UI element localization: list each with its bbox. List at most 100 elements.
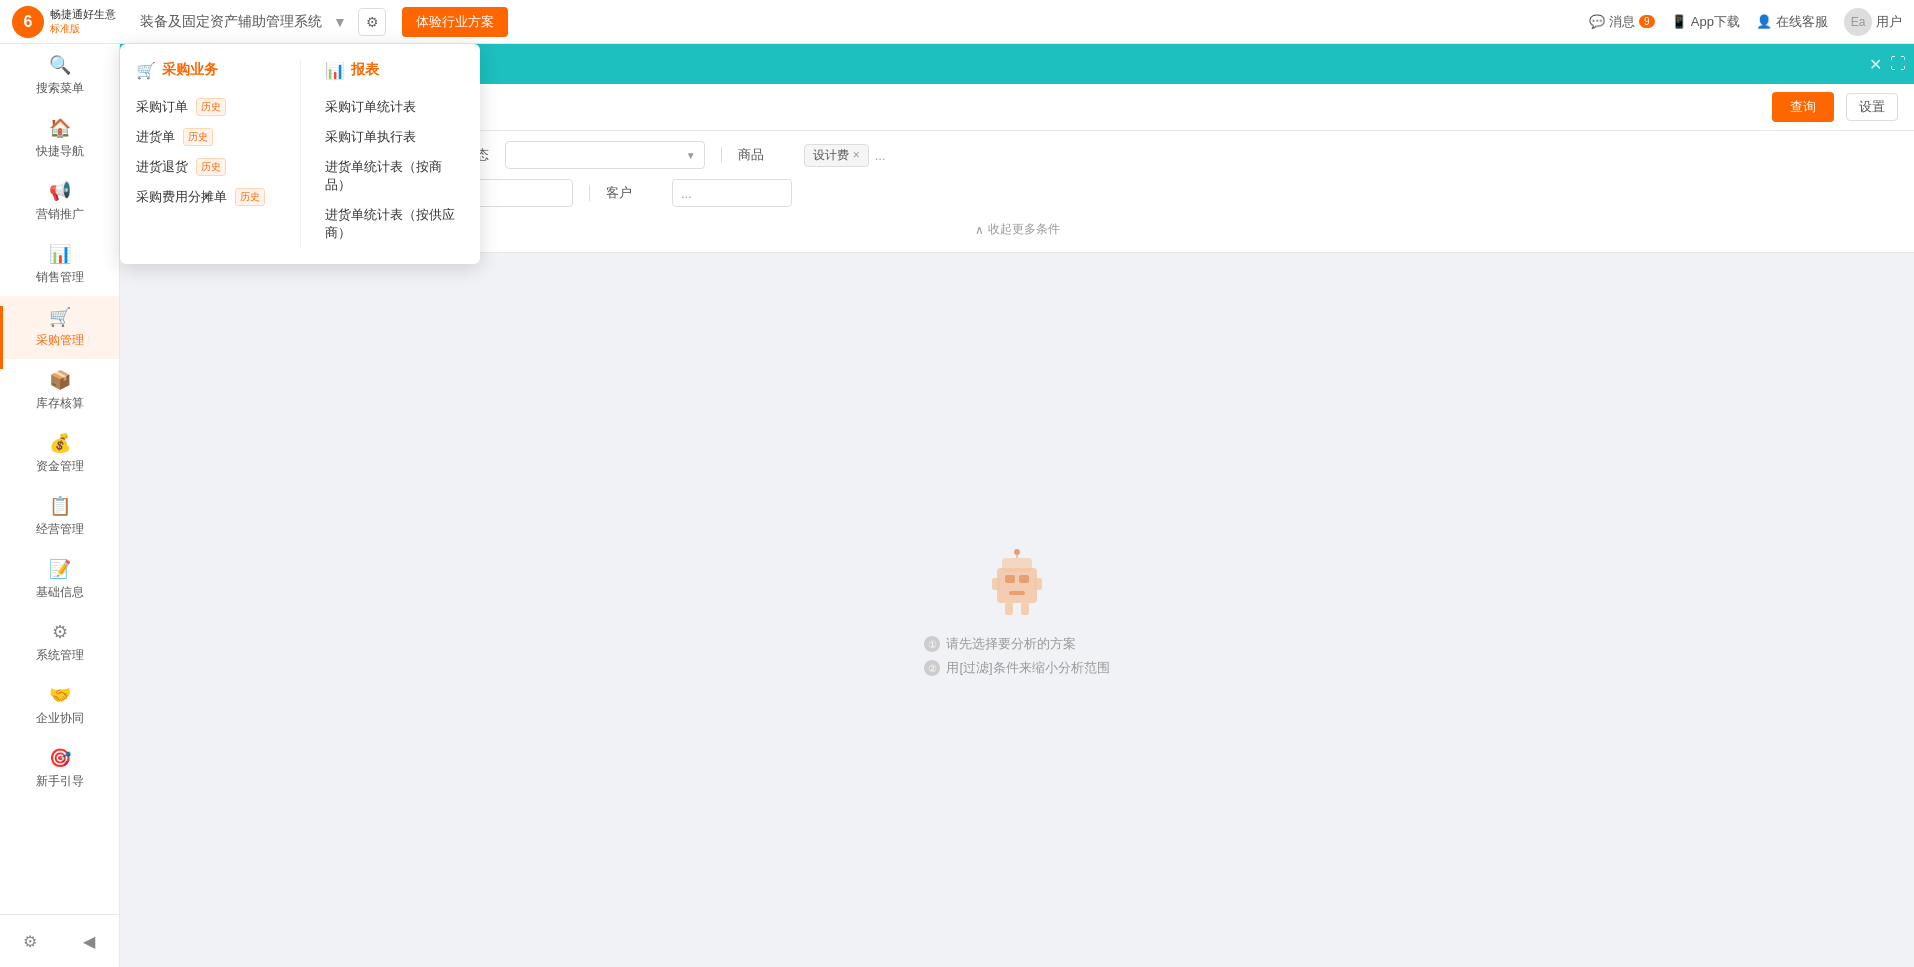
sidebar-label-funds: 资金管理 [36,458,84,475]
active-bar [0,306,3,369]
dropdown-return[interactable]: 进货退货 历史 [136,152,276,182]
dropdown-receipt-label: 进货单 [136,128,175,146]
sales-icon: 📊 [49,243,71,265]
sidebar-item-cooperation[interactable]: 🤝 企业协同 [0,674,119,737]
svg-rect-4 [992,578,1000,590]
report-col-title: 📊 报表 [325,60,465,80]
sidebar-label-sales: 销售管理 [36,269,84,286]
sidebar-item-funds[interactable]: 💰 资金管理 [0,422,119,485]
filter-divider-4 [589,185,590,201]
tab-close-btn[interactable]: ✕ [1869,55,1882,74]
cooperation-icon: 🤝 [49,684,71,706]
message-badge: 9 [1639,15,1655,28]
svg-rect-3 [1009,591,1025,595]
customer-select[interactable]: ... [672,179,792,207]
app-download-btn[interactable]: 📱 App下载 [1671,13,1740,31]
report-col: 📊 报表 采购订单统计表 采购订单执行表 进货单统计表（按商品） 进货单统计表（… [325,60,465,248]
header-right: 💬 消息 9 📱 App下载 👤 在线客服 Ea 用户 [1589,8,1902,36]
logo-text: 畅捷通好生意 [50,7,116,21]
empty-tips: ① 请先选择要分析的方案 ② 用[过滤]条件来缩小分析范围 [924,635,1109,677]
dropdown-po-exec[interactable]: 采购订单执行表 [325,122,465,152]
message-btn[interactable]: 💬 消息 9 [1589,13,1655,31]
svg-rect-6 [1005,603,1013,615]
sidebar-item-marketing[interactable]: 📢 营销推广 [0,170,119,233]
goods-more[interactable]: ... [875,148,886,163]
logo-area: 6 畅捷通好生意 标准版 [12,6,132,38]
sidebar-item-operations[interactable]: 📋 经营管理 [0,485,119,548]
sidebar-item-search[interactable]: 🔍 搜索菜单 [0,44,119,107]
funds-icon: 💰 [49,432,71,454]
dropdown-receipt-history: 历史 [183,128,213,146]
sidebar-label-basic: 基础信息 [36,584,84,601]
tip1-num: ① [924,636,940,652]
logo-sub: 标准版 [50,22,116,36]
system-dropdown-btn[interactable]: ▼ [330,12,350,32]
sidebar-bottom: ⚙ ◀ [0,914,119,967]
collapse-icon: ∧ [975,223,984,237]
online-service-btn[interactable]: 👤 在线客服 [1756,13,1828,31]
sidebar-label-search: 搜索菜单 [36,80,84,97]
dropdown-divider [300,60,301,248]
dropdown-receipt[interactable]: 进货单 历史 [136,122,276,152]
operations-icon: 📋 [49,495,71,517]
marketing-icon: 📢 [49,180,71,202]
guide-icon: 🎯 [49,747,71,769]
customer-more[interactable]: ... [681,186,692,201]
dropdown-po-label: 采购订单 [136,98,188,116]
logo-icon: 6 [12,6,44,38]
empty-illustration [977,543,1057,623]
trial-button[interactable]: 体验行业方案 [402,7,508,37]
sidebar-item-inventory[interactable]: 📦 库存核算 [0,359,119,422]
tip2-text: 用[过滤]条件来缩小分析范围 [946,659,1109,677]
service-label: 在线客服 [1776,13,1828,31]
tab-maximize-btn[interactable]: ⛶ [1890,55,1906,73]
sidebar-label-cooperation: 企业协同 [36,710,84,727]
sidebar-item-system[interactable]: ⚙ 系统管理 [0,611,119,674]
purchase-col-title-text: 采购业务 [162,61,218,79]
sidebar-item-purchase[interactable]: 🛒 采购管理 [0,296,119,359]
dropdown-goods-stat[interactable]: 进货单统计表（按商品） [325,152,465,200]
sidebar-collapse-btn[interactable]: ◀ [73,925,105,957]
empty-tip-1: ① 请先选择要分析的方案 [924,635,1109,653]
report-col-icon: 📊 [325,60,345,80]
tab-bar-right: ✕ ⛶ [1869,55,1914,74]
sidebar-settings-btn[interactable]: ⚙ [14,925,46,957]
top-header: 6 畅捷通好生意 标准版 装备及固定资产辅助管理系统 ▼ ⚙ 体验行业方案 💬 … [0,0,1914,44]
dropdown-expense-label: 采购费用分摊单 [136,188,227,206]
tip2-num: ② [924,660,940,676]
goods-tag-text: 设计费 [813,147,849,164]
inventory-icon: 📦 [49,369,71,391]
goods-tag-close[interactable]: × [853,148,860,162]
search-icon: 🔍 [49,54,71,76]
dropdown-supplier-stat-label: 进货单统计表（按供应商） [325,206,465,242]
dropdown-po-exec-label: 采购订单执行表 [325,128,416,146]
dropdown-goods-stat-label: 进货单统计表（按商品） [325,158,465,194]
dropdown-po-stat[interactable]: 采购订单统计表 [325,92,465,122]
dropdown-supplier-stat[interactable]: 进货单统计表（按供应商） [325,200,465,248]
query-button[interactable]: 查询 [1772,92,1834,122]
service-icon: 👤 [1756,14,1772,29]
sidebar-label-marketing: 营销推广 [36,206,84,223]
settings-gear-icon[interactable]: ⚙ [358,8,386,36]
goods-label: 商品 [738,146,788,164]
empty-tip-2: ② 用[过滤]条件来缩小分析范围 [924,659,1109,677]
user-btn[interactable]: Ea 用户 [1844,8,1902,36]
sidebar-item-guide[interactable]: 🎯 新手引导 [0,737,119,800]
sidebar-label-operations: 经营管理 [36,521,84,538]
doc-status-select[interactable]: ▼ [505,141,705,169]
sidebar-label-purchase: 采购管理 [36,332,84,349]
sidebar-label-nav: 快捷导航 [36,143,84,160]
app-icon: 📱 [1671,14,1687,29]
sidebar-item-nav[interactable]: 🏠 快捷导航 [0,107,119,170]
sidebar-item-sales[interactable]: 📊 销售管理 [0,233,119,296]
settings-button[interactable]: 设置 [1846,93,1898,121]
dropdown-expense[interactable]: 采购费用分摊单 历史 [136,182,276,212]
doc-status-arrow: ▼ [686,150,696,161]
dropdown-po[interactable]: 采购订单 历史 [136,92,276,122]
svg-rect-2 [1019,575,1029,583]
logo-text-block: 畅捷通好生意 标准版 [50,7,116,35]
sidebar: 🔍 搜索菜单 🏠 快捷导航 📢 营销推广 📊 销售管理 🛒 采购管理 📦 库存核… [0,44,120,967]
system-title: 装备及固定资产辅助管理系统 [140,13,322,31]
sidebar-label-inventory: 库存核算 [36,395,84,412]
sidebar-item-basic[interactable]: 📝 基础信息 [0,548,119,611]
